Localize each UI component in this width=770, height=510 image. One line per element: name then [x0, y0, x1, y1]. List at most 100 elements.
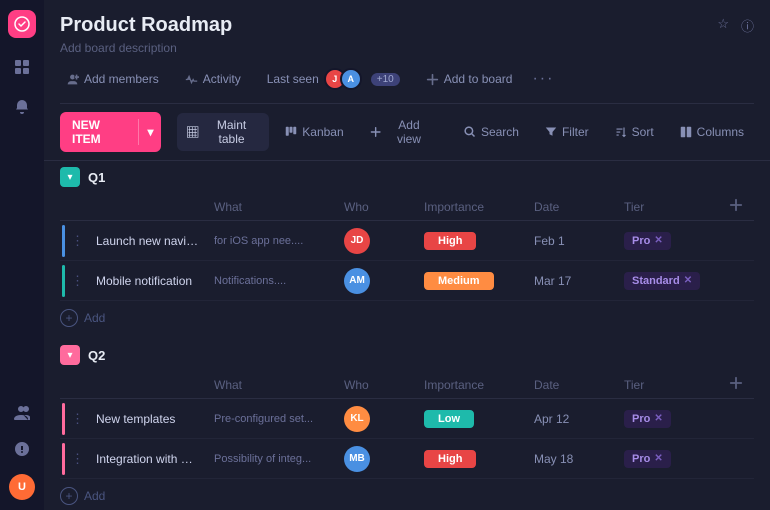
row-what: Possibility of integ...: [208, 453, 338, 465]
col-who-q1: Who: [338, 200, 418, 214]
search-button[interactable]: Search: [454, 120, 529, 144]
row-cell-first: ⋮: [60, 265, 88, 297]
sort-button[interactable]: Sort: [605, 120, 664, 144]
row-date: Apr 12: [528, 412, 618, 426]
col-importance-q2: Importance: [418, 378, 528, 392]
add-to-board-icon: [426, 73, 439, 86]
col-what-q1: What: [208, 200, 338, 214]
row-what: Pre-configured set...: [208, 413, 338, 425]
row-importance: High: [418, 232, 528, 250]
add-view-button[interactable]: Add view: [360, 113, 442, 151]
row-date: Mar 17: [528, 274, 618, 288]
info-icon[interactable]: ⓘ: [741, 16, 754, 35]
row-cell-first: ⋮: [60, 403, 88, 435]
row-drag-handle[interactable]: ⋮: [67, 411, 88, 427]
group-q1: ▾ Q1 What Who Importance Date Tier: [44, 161, 770, 335]
add-to-board-label: Add to board: [444, 72, 513, 86]
kanban-button[interactable]: Kanban: [275, 120, 353, 144]
tier-remove-button[interactable]: ✕: [684, 275, 692, 286]
activity-button[interactable]: Activity: [179, 69, 247, 89]
table-row: ⋮ Integration with Google Possibility of…: [60, 439, 754, 479]
group-q2-header: ▾ Q2: [44, 339, 770, 371]
tier-remove-button[interactable]: ✕: [654, 413, 662, 424]
kanban-label: Kanban: [302, 125, 343, 139]
row-name: Launch new navigaation: [88, 234, 208, 248]
main-table-button[interactable]: Maint table: [177, 113, 269, 151]
last-seen-button: Last seen J A +10: [261, 65, 406, 93]
col-add-q2[interactable]: [718, 376, 754, 393]
page-header: Product Roadmap ☆ ⓘ Add board descriptio…: [44, 0, 770, 104]
add-members-label: Add members: [84, 72, 159, 86]
users-icon[interactable]: [11, 402, 33, 424]
avatar-2: A: [340, 68, 362, 90]
avatar: MB: [344, 446, 370, 472]
table-icon: [187, 126, 198, 138]
add-row-q2[interactable]: + Add: [44, 479, 770, 510]
sidebar: U: [0, 0, 44, 510]
row-tier: Pro ✕: [618, 450, 718, 468]
new-item-label: NEW ITEM: [60, 112, 138, 152]
table-header-q1: What Who Importance Date Tier: [60, 193, 754, 221]
tier-badge: Pro ✕: [624, 450, 671, 468]
add-view-icon: [370, 126, 381, 138]
importance-badge: Medium: [424, 272, 494, 290]
tier-remove-button[interactable]: ✕: [654, 235, 662, 246]
avatars-row: J A: [324, 68, 362, 90]
group-q2: ▾ Q2 What Who Importance Date Tier: [44, 339, 770, 510]
row-tier: Standard ✕: [618, 272, 718, 290]
col-tier-q2: Tier: [618, 378, 718, 392]
row-who: MB: [338, 446, 418, 472]
more-options-button[interactable]: ···: [532, 70, 554, 88]
tier-badge: Pro ✕: [624, 410, 671, 428]
row-drag-handle[interactable]: ⋮: [67, 451, 88, 467]
bell-icon[interactable]: [11, 96, 33, 118]
activity-icon: [185, 73, 198, 86]
add-row-q1[interactable]: + Add: [44, 301, 770, 335]
grid-icon[interactable]: [11, 56, 33, 78]
filter-button[interactable]: Filter: [535, 120, 599, 144]
row-cell-first: ⋮: [60, 443, 88, 475]
sort-label: Sort: [632, 125, 654, 139]
add-members-button[interactable]: Add members: [60, 69, 165, 89]
star-icon[interactable]: ☆: [717, 16, 729, 35]
columns-label: Columns: [697, 125, 744, 139]
add-to-board-button[interactable]: Add to board: [420, 69, 519, 89]
avatar: KL: [344, 406, 370, 432]
toolbar: NEW ITEM ▾ Maint table Kanban Add view: [44, 104, 770, 161]
row-importance: High: [418, 450, 528, 468]
table-row: ⋮ Mobile notification Notifications.... …: [60, 261, 754, 301]
header-top: Product Roadmap ☆ ⓘ: [60, 14, 754, 37]
row-what: for iOS app nee....: [208, 235, 338, 247]
row-indicator: [62, 403, 65, 435]
board-content: ▾ Q1 What Who Importance Date Tier: [44, 161, 770, 510]
group-q1-table: What Who Importance Date Tier ⋮ Launch n…: [44, 193, 770, 301]
row-name: New templates: [88, 412, 208, 426]
add-row-label: Add: [84, 311, 105, 325]
row-indicator: [62, 443, 65, 475]
group-q1-toggle[interactable]: ▾: [60, 167, 80, 187]
add-circle-icon: +: [60, 309, 78, 327]
group-q2-toggle[interactable]: ▾: [60, 345, 80, 365]
add-members-icon: [66, 73, 79, 86]
table-header-q2: What Who Importance Date Tier: [60, 371, 754, 399]
tier-remove-button[interactable]: ✕: [654, 453, 662, 464]
col-what-q2: What: [208, 378, 338, 392]
row-importance: Low: [418, 410, 528, 428]
app-logo[interactable]: [8, 10, 36, 38]
col-who-q2: Who: [338, 378, 418, 392]
row-drag-handle[interactable]: ⋮: [67, 273, 88, 289]
new-item-chevron-icon[interactable]: ▾: [138, 119, 161, 145]
row-name: Integration with Google: [88, 452, 208, 466]
new-item-button[interactable]: NEW ITEM ▾: [60, 112, 161, 152]
group-q2-table: What Who Importance Date Tier ⋮ New temp…: [44, 371, 770, 479]
add-circle-icon: +: [60, 487, 78, 505]
row-name: Mobile notification: [88, 274, 208, 288]
help-icon[interactable]: [11, 438, 33, 460]
col-add-q1[interactable]: [718, 198, 754, 215]
row-drag-handle[interactable]: ⋮: [67, 233, 88, 249]
columns-button[interactable]: Columns: [670, 120, 754, 144]
user-avatar[interactable]: U: [9, 474, 35, 500]
avatar: AM: [344, 268, 370, 294]
add-view-label: Add view: [386, 118, 432, 146]
page-title: Product Roadmap: [60, 14, 232, 37]
